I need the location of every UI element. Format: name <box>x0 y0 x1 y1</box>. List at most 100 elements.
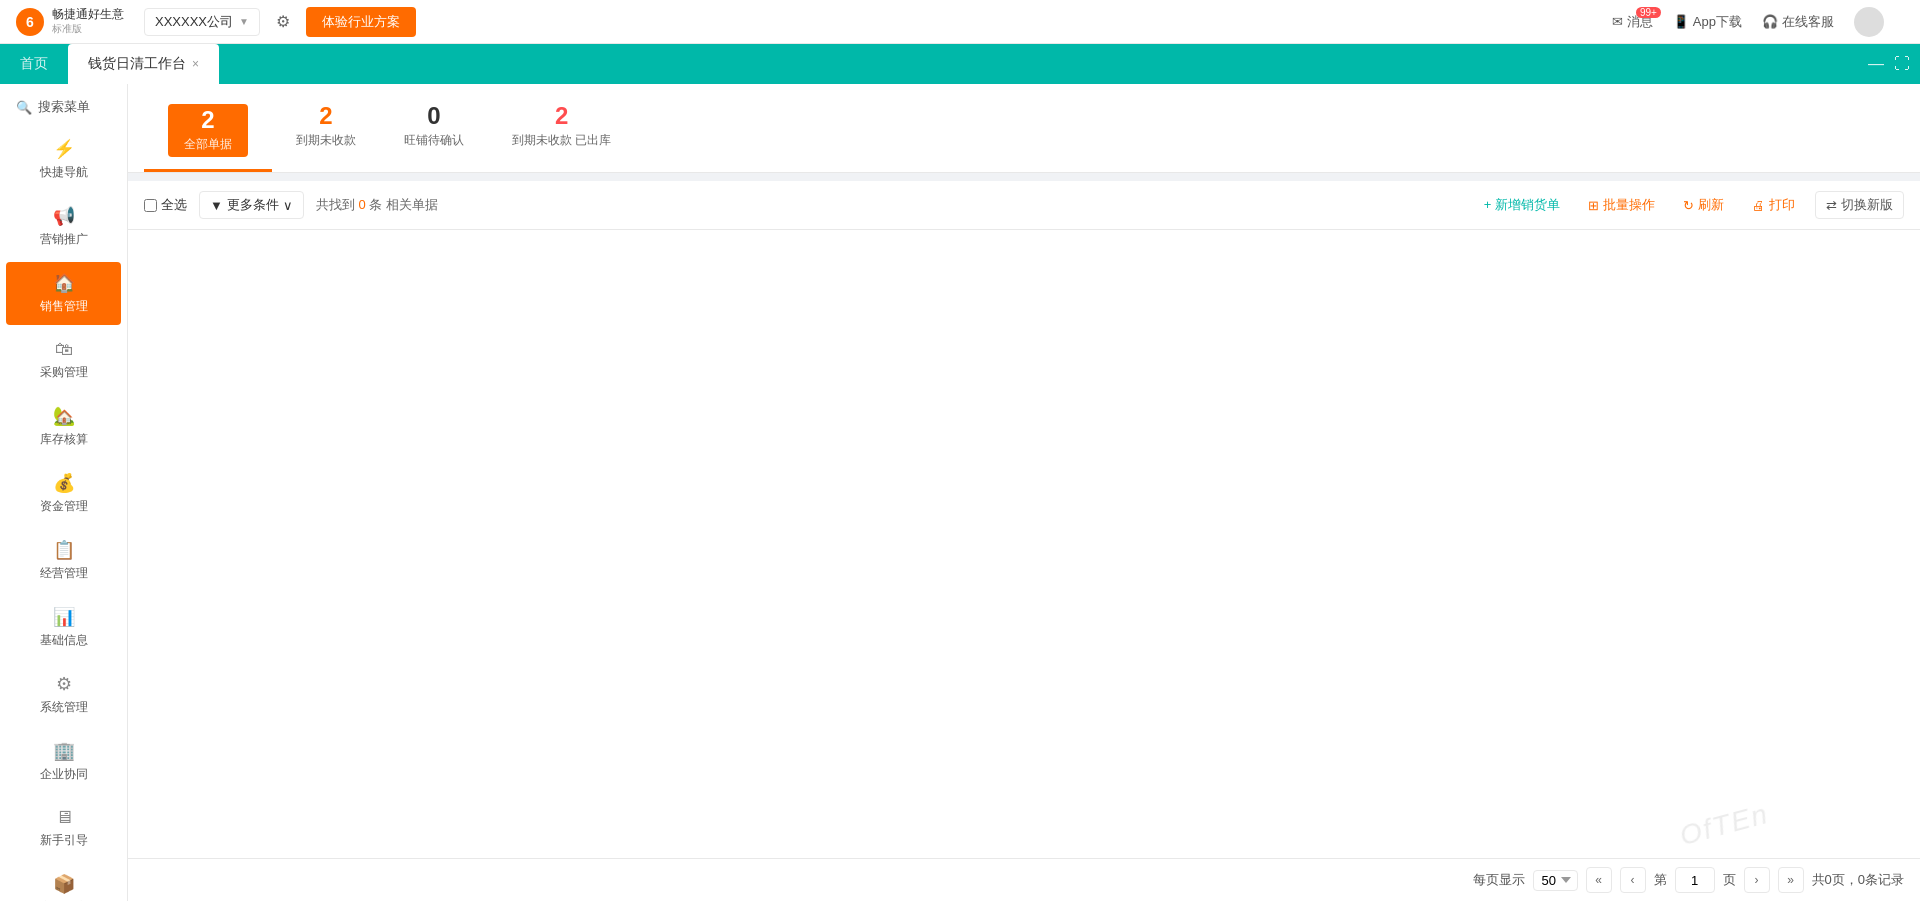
print-button[interactable]: 🖨 打印 <box>1744 192 1803 218</box>
tab-bar-actions: — ⛶ <box>1868 55 1920 73</box>
avatar[interactable] <box>1854 7 1884 37</box>
sidebar-item-label: 资金管理 <box>40 498 88 515</box>
found-unit: 条 <box>369 197 382 212</box>
tab-active[interactable]: 钱货日清工作台 × <box>68 44 219 84</box>
sidebar-item-label: 库存核算 <box>40 431 88 448</box>
stat-number-out: 2 <box>555 104 568 128</box>
select-all-label[interactable]: 全选 <box>144 196 187 214</box>
sidebar-item-label: 销售管理 <box>40 298 88 315</box>
refresh-icon: ↻ <box>1683 198 1694 213</box>
sidebar-item-basic-info[interactable]: 📊 基础信息 <box>6 596 121 659</box>
tab-maximize-icon[interactable]: ⛶ <box>1894 55 1910 73</box>
sidebar-item-label: 营销推广 <box>40 231 88 248</box>
guide-icon: 🖥 <box>55 807 73 828</box>
logo-area: 6 畅捷通好生意 标准版 <box>16 7 144 37</box>
filter-arrow-icon: ∨ <box>283 198 293 213</box>
sidebar-item-label: 企业协同 <box>40 766 88 783</box>
content-area: 2 全部单据 2 到期未收款 0 旺铺待确认 2 到期未收款 已出库 全选 <box>128 84 1920 901</box>
stat-label-out: 到期未收款 已出库 <box>512 132 611 149</box>
stat-tab-all[interactable]: 2 全部单据 <box>144 96 272 172</box>
switch-label: 切换新版 <box>1841 196 1893 214</box>
pagination-summary: 共0页，0条记录 <box>1812 871 1904 889</box>
sidebar-item-purchase[interactable]: 🛍 采购管理 <box>6 329 121 391</box>
stat-number-pending: 0 <box>427 104 440 128</box>
per-page-select[interactable]: 50 <box>1533 870 1578 891</box>
add-order-label: + 新增销货单 <box>1484 196 1560 214</box>
sidebar: 🔍 搜索菜单 ⚡ 快捷导航 📢 营销推广 🏠 销售管理 🛍 采购管理 🏡 库存核… <box>0 84 128 901</box>
app-download-button[interactable]: 📱 App下载 <box>1673 13 1742 31</box>
phone-icon: 📱 <box>1673 14 1689 29</box>
sidebar-search[interactable]: 🔍 搜索菜单 <box>6 90 121 124</box>
page-input[interactable] <box>1675 867 1715 893</box>
app-version: 标准版 <box>52 22 124 36</box>
switch-version-button[interactable]: ⇄ 切换新版 <box>1815 191 1904 219</box>
sidebar-item-guide[interactable]: 🖥 新手引导 <box>6 797 121 859</box>
add-order-button[interactable]: + 新增销货单 <box>1476 192 1568 218</box>
page-suffix: 页 <box>1723 871 1736 889</box>
last-page-button[interactable]: » <box>1778 867 1804 893</box>
inventory-icon: 🏡 <box>53 405 75 427</box>
batch-operation-button[interactable]: ⊞ 批量操作 <box>1580 192 1663 218</box>
switch-icon: ⇄ <box>1826 198 1837 213</box>
stat-label-pending: 旺铺待确认 <box>404 132 464 149</box>
sidebar-item-system[interactable]: ⚙ 系统管理 <box>6 663 121 726</box>
stat-tab-pending[interactable]: 0 旺铺待确认 <box>380 96 488 172</box>
company-dropdown-arrow: ▼ <box>239 16 249 27</box>
page-label: 第 <box>1654 871 1667 889</box>
notifications-button[interactable]: ✉ 消息 99+ <box>1612 13 1653 31</box>
sidebar-item-sales[interactable]: 🏠 销售管理 <box>6 262 121 325</box>
header-right: ✉ 消息 99+ 📱 App下载 🎧 在线客服 <box>1612 7 1904 37</box>
found-prefix: 共找到 <box>316 197 355 212</box>
sidebar-item-label: 基础信息 <box>40 632 88 649</box>
filter-button[interactable]: ▼ 更多条件 ∨ <box>199 191 304 219</box>
sidebar-item-inventory[interactable]: 🏡 库存核算 <box>6 395 121 458</box>
sidebar-item-finance[interactable]: 💰 资金管理 <box>6 462 121 525</box>
found-count: 0 <box>359 197 366 212</box>
refresh-label: 刷新 <box>1698 196 1724 214</box>
filter-icon: ▼ <box>210 198 223 213</box>
stat-tab-overdue[interactable]: 2 到期未收款 <box>272 96 380 172</box>
top-header: 6 畅捷通好生意 标准版 XXXXXX公司 ▼ ⚙ 体验行业方案 ✉ 消息 99… <box>0 0 1920 44</box>
tab-home-label: 首页 <box>20 55 48 73</box>
logo-icon: 6 <box>16 8 44 36</box>
stat-label-overdue: 到期未收款 <box>296 132 356 149</box>
notification-badge: 99+ <box>1636 7 1661 18</box>
select-all-checkbox[interactable] <box>144 199 157 212</box>
filter-label: 更多条件 <box>227 196 279 214</box>
sidebar-item-enterprise[interactable]: 🏢 企业协同 <box>6 730 121 793</box>
sidebar-search-label: 搜索菜单 <box>38 98 90 116</box>
stat-number-all: 2 <box>201 108 214 132</box>
headset-icon: 🎧 <box>1762 14 1778 29</box>
tab-home[interactable]: 首页 <box>0 44 68 84</box>
trial-button[interactable]: 体验行业方案 <box>306 7 416 37</box>
app-name: 畅捷通好生意 <box>52 7 124 23</box>
found-suffix: 相关单据 <box>386 197 438 212</box>
sidebar-item-marketing[interactable]: 📢 营销推广 <box>6 195 121 258</box>
notification-icon: ✉ <box>1612 14 1623 29</box>
print-label: 打印 <box>1769 196 1795 214</box>
sales-icon: 🏠 <box>53 272 75 294</box>
sidebar-item-app-center[interactable]: 📦 应用中心 <box>6 863 121 901</box>
company-selector[interactable]: XXXXXX公司 ▼ <box>144 8 260 36</box>
settings-button[interactable]: ⚙ <box>268 7 298 37</box>
marketing-icon: 📢 <box>53 205 75 227</box>
online-service-label: 在线客服 <box>1782 13 1834 31</box>
online-service-button[interactable]: 🎧 在线客服 <box>1762 13 1834 31</box>
tab-minimize-icon[interactable]: — <box>1868 55 1884 73</box>
sidebar-item-quick-nav[interactable]: ⚡ 快捷导航 <box>6 128 121 191</box>
stat-tab-out[interactable]: 2 到期未收款 已出库 <box>488 96 635 172</box>
sidebar-item-label: 经营管理 <box>40 565 88 582</box>
tab-close-icon[interactable]: × <box>192 57 199 71</box>
app-download-label: App下载 <box>1693 13 1742 31</box>
search-icon: 🔍 <box>16 100 32 115</box>
first-page-button[interactable]: « <box>1586 867 1612 893</box>
prev-page-button[interactable]: ‹ <box>1620 867 1646 893</box>
sidebar-item-label: 快捷导航 <box>40 164 88 181</box>
next-page-button[interactable]: › <box>1744 867 1770 893</box>
print-icon: 🖨 <box>1752 198 1765 213</box>
gear-icon: ⚙ <box>276 12 290 31</box>
stat-label-all: 全部单据 <box>184 136 232 153</box>
app-center-icon: 📦 <box>53 873 75 895</box>
sidebar-item-operations[interactable]: 📋 经营管理 <box>6 529 121 592</box>
refresh-button[interactable]: ↻ 刷新 <box>1675 192 1732 218</box>
